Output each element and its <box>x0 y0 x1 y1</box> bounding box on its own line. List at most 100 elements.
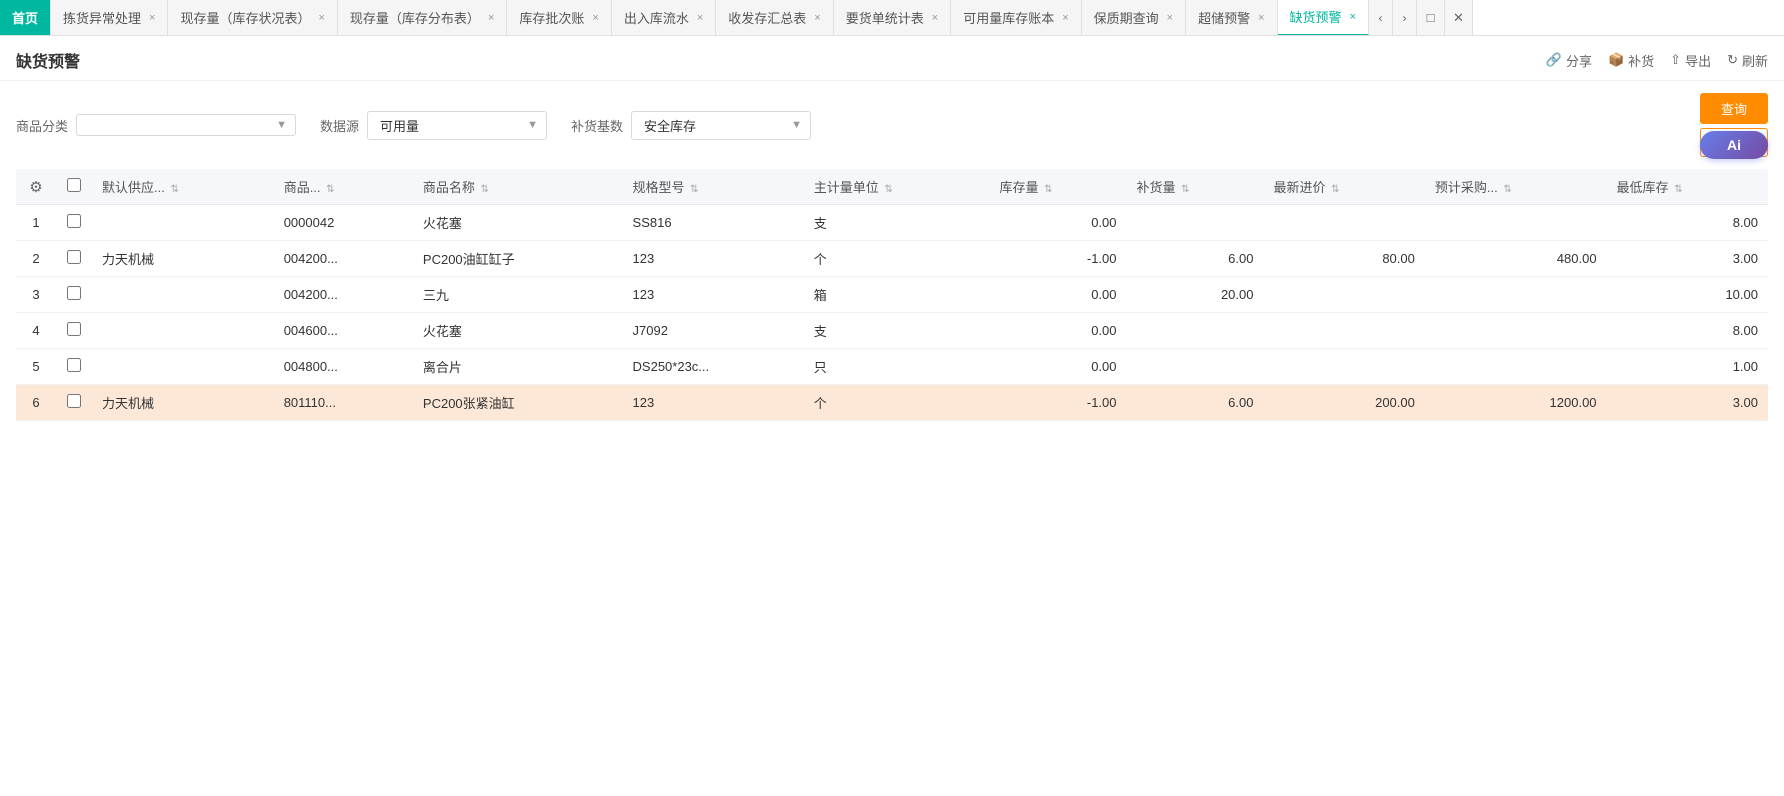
col-spec-sort-icon[interactable]: ⇅ <box>690 184 698 195</box>
col-estimated-sort-icon[interactable]: ⇅ <box>1503 184 1511 195</box>
replenish-basis-label: 补货基数 <box>571 116 623 135</box>
col-min-stock-sort-icon[interactable]: ⇅ <box>1674 184 1682 195</box>
table-header: ⚙ 默认供应... ⇅ 商品... ⇅ 商品名称 ⇅ <box>16 169 1768 205</box>
col-code-sort-icon[interactable]: ⇅ <box>326 184 334 195</box>
col-replenish-qty-label: 补货量 <box>1137 180 1176 195</box>
table-row: 4 004600... 火花塞 J7092 支 0.00 8.00 <box>16 313 1768 349</box>
row-checkbox[interactable] <box>67 394 81 408</box>
cell-replenish-qty: 6.00 <box>1127 241 1264 277</box>
share-button[interactable]: 🔗 分享 <box>1546 51 1592 70</box>
table-row: 5 004800... 离合片 DS250*23c... 只 0.00 1.00 <box>16 349 1768 385</box>
replenish-basis-arrow-icon: ▼ <box>791 119 802 131</box>
tab-next-button[interactable]: › <box>1393 0 1417 36</box>
cell-unit: 只 <box>804 349 990 385</box>
replenish-basis-value: 安全库存 <box>640 116 700 135</box>
table-container: ⚙ 默认供应... ⇅ 商品... ⇅ 商品名称 ⇅ <box>0 169 1784 421</box>
category-select[interactable]: ▼ <box>76 114 296 136</box>
tab-available[interactable]: 可用量库存账本 × <box>951 0 1081 36</box>
tab-available-close[interactable]: × <box>1062 12 1068 24</box>
cell-checkbox[interactable] <box>56 349 92 385</box>
tab-requisition-close[interactable]: × <box>932 12 938 24</box>
cell-latest-price <box>1263 205 1424 241</box>
col-stock-sort-icon[interactable]: ⇅ <box>1044 184 1052 195</box>
query-button[interactable]: 查询 <box>1700 93 1768 124</box>
export-button[interactable]: ⇧ 导出 <box>1670 51 1711 70</box>
row-checkbox[interactable] <box>67 322 81 336</box>
ai-button[interactable]: Ai <box>1700 131 1768 159</box>
col-spec-label: 规格型号 <box>633 180 685 195</box>
tab-restore-button[interactable]: □ <box>1417 0 1445 36</box>
share-label: 分享 <box>1566 51 1592 70</box>
replenish-label: 补货 <box>1628 51 1654 70</box>
cell-checkbox[interactable] <box>56 205 92 241</box>
cell-no: 1 <box>16 205 56 241</box>
category-label: 商品分类 <box>16 116 68 135</box>
row-checkbox[interactable] <box>67 250 81 264</box>
cell-latest-price: 80.00 <box>1263 241 1424 277</box>
cell-supplier: 力天机械 <box>92 241 274 277</box>
col-replenish-qty: 补货量 ⇅ <box>1127 169 1264 205</box>
cell-replenish-qty <box>1127 313 1264 349</box>
tab-inventory-dist-close[interactable]: × <box>488 12 494 24</box>
col-latest-price-sort-icon[interactable]: ⇅ <box>1331 184 1339 195</box>
col-min-stock: 最低库存 ⇅ <box>1607 169 1768 205</box>
datasource-select[interactable]: 可用量 ▼ <box>367 111 547 140</box>
col-name-sort-icon[interactable]: ⇅ <box>481 184 489 195</box>
refresh-button[interactable]: ↻ 刷新 <box>1727 51 1768 70</box>
tab-home-label: 首页 <box>12 8 38 27</box>
cell-checkbox[interactable] <box>56 385 92 421</box>
tab-picking-close[interactable]: × <box>149 12 155 24</box>
tab-picking[interactable]: 拣货异常处理 × <box>51 0 168 36</box>
col-replenish-qty-sort-icon[interactable]: ⇅ <box>1181 184 1189 195</box>
col-estimated-label: 预计采购... <box>1435 180 1498 195</box>
tab-expiry-close[interactable]: × <box>1167 12 1173 24</box>
cell-min-stock: 1.00 <box>1607 349 1768 385</box>
datasource-label: 数据源 <box>320 116 359 135</box>
tab-close-button[interactable]: ✕ <box>1445 0 1473 36</box>
tab-shortage-label: 缺货预警 <box>1290 7 1342 26</box>
tab-flow[interactable]: 出入库流水 × <box>612 0 716 36</box>
replenish-button[interactable]: 📦 补货 <box>1608 51 1654 70</box>
settings-icon[interactable]: ⚙ <box>29 179 42 196</box>
tab-overstock[interactable]: 超储预警 × <box>1186 0 1277 36</box>
tab-shortage-close[interactable]: × <box>1350 11 1356 23</box>
cell-checkbox[interactable] <box>56 277 92 313</box>
col-supplier-sort-icon[interactable]: ⇅ <box>170 184 178 195</box>
row-checkbox[interactable] <box>67 358 81 372</box>
tab-home[interactable]: 首页 <box>0 0 51 36</box>
cell-checkbox[interactable] <box>56 241 92 277</box>
col-unit-sort-icon[interactable]: ⇅ <box>884 184 892 195</box>
tab-overstock-label: 超储预警 <box>1198 8 1250 27</box>
tab-requisition[interactable]: 要货单统计表 × <box>834 0 951 36</box>
tab-prev-button[interactable]: ‹ <box>1369 0 1393 36</box>
col-code: 商品... ⇅ <box>274 169 413 205</box>
tab-inventory-status[interactable]: 现存量（库存状况表） × <box>168 0 337 36</box>
filter-area: 商品分类 ▼ 数据源 可用量 ▼ 补货基数 安全库存 ▼ 查询 设置 <box>0 81 1784 169</box>
cell-stock: -1.00 <box>990 385 1127 421</box>
cell-spec: 123 <box>623 385 804 421</box>
tab-receipt[interactable]: 收发存汇总表 × <box>716 0 833 36</box>
select-all-checkbox[interactable] <box>67 178 81 192</box>
cell-name: PC200油缸缸子 <box>413 241 623 277</box>
tab-flow-label: 出入库流水 <box>624 8 689 27</box>
cell-estimated <box>1425 277 1607 313</box>
tab-flow-close[interactable]: × <box>697 12 703 24</box>
tab-receipt-close[interactable]: × <box>814 12 820 24</box>
tab-overstock-close[interactable]: × <box>1258 12 1264 24</box>
cell-estimated <box>1425 205 1607 241</box>
row-checkbox[interactable] <box>67 286 81 300</box>
tab-inventory-status-close[interactable]: × <box>318 12 324 24</box>
cell-checkbox[interactable] <box>56 313 92 349</box>
tab-batch-close[interactable]: × <box>592 12 598 24</box>
tab-inventory-dist[interactable]: 现存量（库存分布表） × <box>338 0 507 36</box>
col-unit-label: 主计量单位 <box>814 180 879 195</box>
tab-batch-account[interactable]: 库存批次账 × <box>507 0 611 36</box>
row-checkbox[interactable] <box>67 214 81 228</box>
cell-spec: 123 <box>623 277 804 313</box>
tab-expiry[interactable]: 保质期查询 × <box>1082 0 1186 36</box>
cell-no: 6 <box>16 385 56 421</box>
tab-shortage[interactable]: 缺货预警 × <box>1278 0 1369 36</box>
cell-spec: DS250*23c... <box>623 349 804 385</box>
col-stock-label: 库存量 <box>1000 180 1039 195</box>
replenish-basis-select[interactable]: 安全库存 ▼ <box>631 111 811 140</box>
